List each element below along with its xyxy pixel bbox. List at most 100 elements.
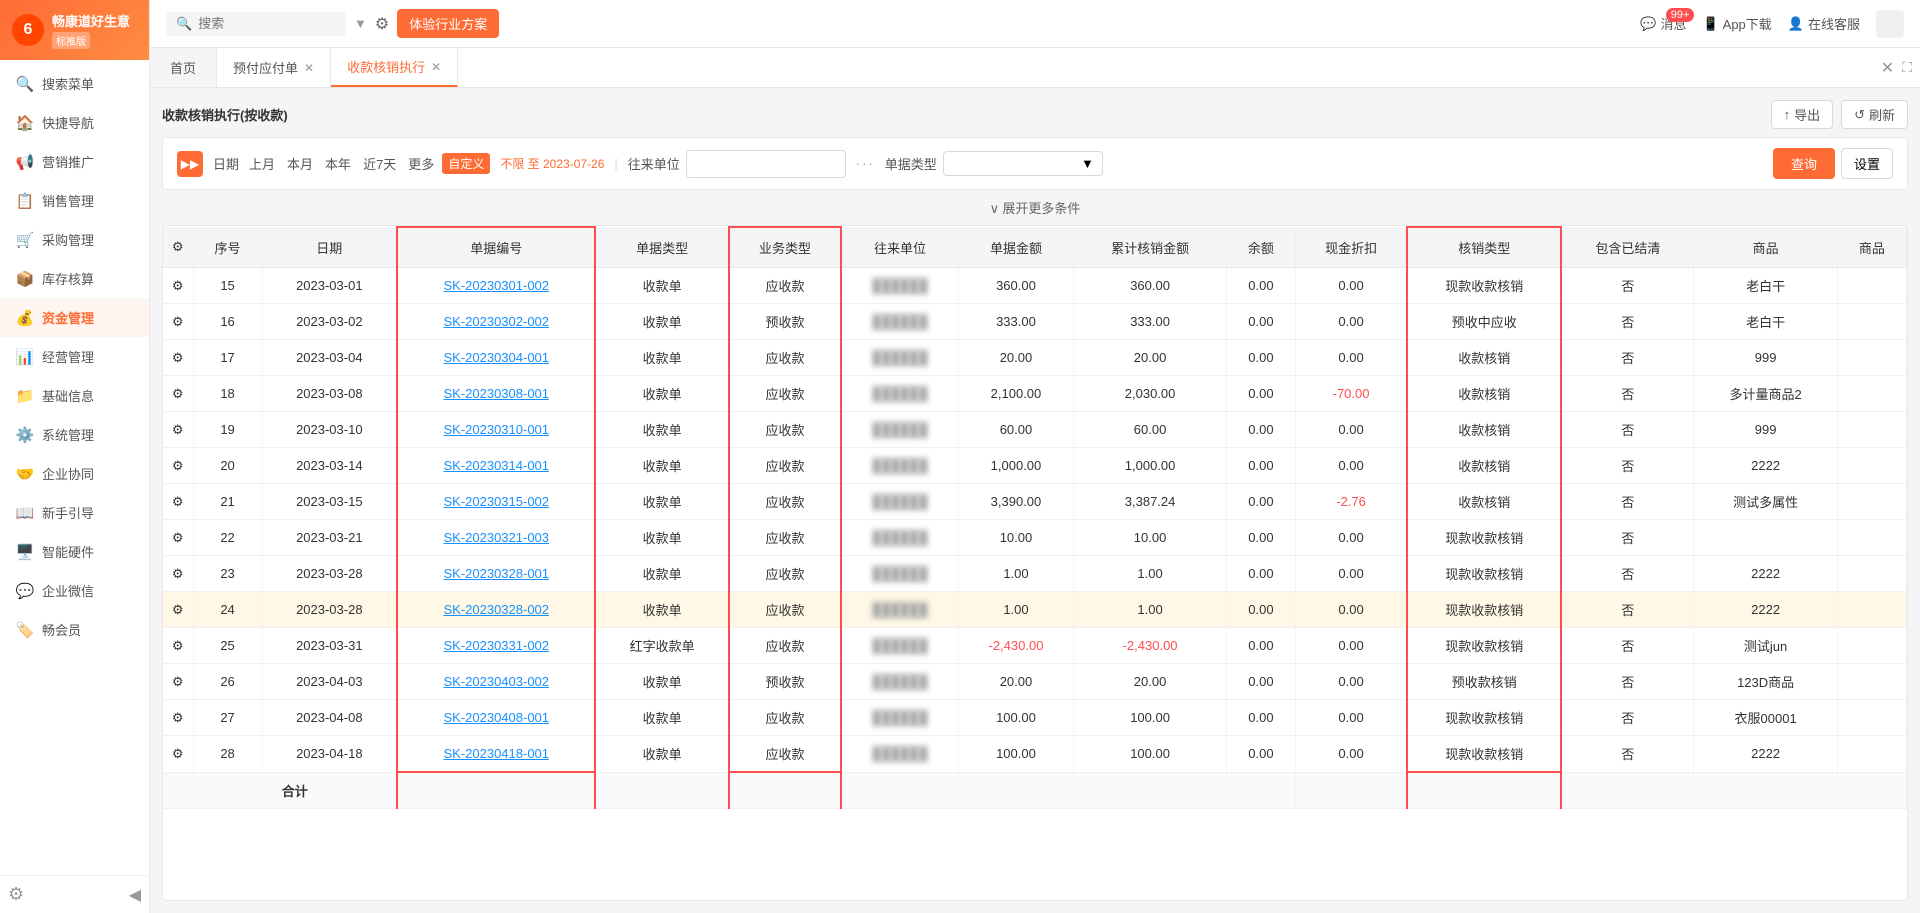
- topbar-search[interactable]: 🔍: [166, 12, 346, 36]
- query-btn[interactable]: 查询: [1773, 148, 1835, 179]
- bill-no-link[interactable]: SK-20230301-002: [443, 278, 549, 293]
- cell-cash-discount: 0.00: [1295, 448, 1407, 484]
- sidebar-item-guide[interactable]: 📖新手引导: [0, 493, 149, 532]
- bill-no-link[interactable]: SK-20230304-001: [443, 350, 549, 365]
- filter-settings-btn[interactable]: 设置: [1841, 148, 1893, 179]
- filter-date-7days[interactable]: 近7天: [359, 152, 400, 175]
- bill-no-link[interactable]: SK-20230321-003: [443, 530, 549, 545]
- sidebar-item-wechat[interactable]: 💬企业微信: [0, 571, 149, 610]
- table-row: ⚙ 16 2023-03-02 SK-20230302-002 收款单 预收款 …: [163, 304, 1907, 340]
- message-btn[interactable]: 💬 消息 99+: [1640, 14, 1686, 33]
- cell-goods2: [1837, 304, 1906, 340]
- bill-no-link[interactable]: SK-20230328-002: [443, 602, 549, 617]
- cell-goods2: [1837, 340, 1906, 376]
- tab-prepay-close[interactable]: ✕: [304, 61, 314, 75]
- filter-date-lastmonth[interactable]: 上月: [245, 152, 279, 175]
- cell-accum-cancel: 1.00: [1074, 592, 1227, 628]
- cell-balance: 0.00: [1226, 736, 1295, 773]
- filter-partner-input[interactable]: [686, 150, 846, 178]
- th-biz-type: 业务类型: [729, 227, 841, 268]
- cell-settings[interactable]: ⚙: [163, 700, 193, 736]
- sidebar-item-purchase[interactable]: 🛒采购管理: [0, 220, 149, 259]
- filter-expand-btn[interactable]: ▶▶: [177, 151, 203, 177]
- sidebar-item-marketing[interactable]: 📢营销推广: [0, 142, 149, 181]
- tabbar-expand-icon[interactable]: ⛶: [1902, 59, 1912, 76]
- cell-settings[interactable]: ⚙: [163, 448, 193, 484]
- sidebar-icon-marketing: 📢: [16, 153, 34, 171]
- app-download-btn[interactable]: 📱 App下载: [1702, 14, 1771, 33]
- filter-date-thismonth[interactable]: 本月: [283, 152, 317, 175]
- sidebar-item-hardware[interactable]: 🖥️智能硬件: [0, 532, 149, 571]
- cell-settings[interactable]: ⚙: [163, 556, 193, 592]
- cell-settings[interactable]: ⚙: [163, 736, 193, 773]
- bill-no-link[interactable]: SK-20230315-002: [443, 494, 549, 509]
- sidebar-menu: 🔍搜索菜单🏠快捷导航📢营销推广📋销售管理🛒采购管理📦库存核算💰资金管理📊经营管理…: [0, 60, 149, 875]
- sidebar-item-basic[interactable]: 📁基础信息: [0, 376, 149, 415]
- cell-settings[interactable]: ⚙: [163, 628, 193, 664]
- cell-bill-amount: 20.00: [958, 340, 1074, 376]
- sidebar-item-search[interactable]: 🔍搜索菜单: [0, 64, 149, 103]
- sidebar-collapse-icon[interactable]: ◀: [129, 885, 141, 905]
- sidebar-icon-system: ⚙️: [16, 426, 34, 444]
- tab-home[interactable]: 首页: [150, 48, 217, 87]
- bill-no-link[interactable]: SK-20230310-001: [443, 422, 549, 437]
- cell-settings[interactable]: ⚙: [163, 592, 193, 628]
- sidebar-item-operations[interactable]: 📊经营管理: [0, 337, 149, 376]
- filter-bar: ▶▶ 日期 上月 本月 本年 近7天 更多 自定义 不限 至 2023-07-2…: [162, 137, 1908, 190]
- bill-no-link[interactable]: SK-20230308-001: [443, 386, 549, 401]
- bill-no-link[interactable]: SK-20230302-002: [443, 314, 549, 329]
- export-btn[interactable]: ↑ 导出: [1771, 100, 1834, 129]
- cell-bill-type: 收款单: [595, 268, 728, 304]
- cell-settings[interactable]: ⚙: [163, 664, 193, 700]
- filter-date-more[interactable]: 更多: [404, 152, 438, 175]
- bill-no-link[interactable]: SK-20230331-002: [443, 638, 549, 653]
- tab-collection[interactable]: 收款核销执行 ✕: [331, 48, 458, 87]
- service-btn[interactable]: 👤 在线客服: [1788, 14, 1860, 33]
- bill-no-link[interactable]: SK-20230408-001: [443, 710, 549, 725]
- cell-date: 2023-03-28: [262, 592, 397, 628]
- dropdown-arrow[interactable]: ▼: [354, 16, 367, 31]
- cell-settings[interactable]: ⚙: [163, 340, 193, 376]
- cell-settings[interactable]: ⚙: [163, 376, 193, 412]
- sidebar-item-sales[interactable]: 📋销售管理: [0, 181, 149, 220]
- cell-settings[interactable]: ⚙: [163, 268, 193, 304]
- bill-no-link[interactable]: SK-20230328-001: [443, 566, 549, 581]
- cell-seq: 21: [193, 484, 262, 520]
- sidebar-item-inventory[interactable]: 📦库存核算: [0, 259, 149, 298]
- gear-icon[interactable]: ⚙: [375, 14, 389, 34]
- logo-icon: 6: [12, 14, 44, 46]
- bill-no-link[interactable]: SK-20230418-001: [443, 746, 549, 761]
- cell-settings[interactable]: ⚙: [163, 304, 193, 340]
- sidebar-item-system[interactable]: ⚙️系统管理: [0, 415, 149, 454]
- cell-bill-amount: 1.00: [958, 556, 1074, 592]
- cell-bill-amount: 333.00: [958, 304, 1074, 340]
- cell-seq: 28: [193, 736, 262, 773]
- th-settings[interactable]: ⚙: [163, 227, 193, 268]
- tab-prepay[interactable]: 预付应付单 ✕: [217, 48, 331, 87]
- expand-more-btn[interactable]: ∨ 展开更多条件: [990, 202, 1081, 216]
- filter-billtype-select[interactable]: ▼: [943, 151, 1103, 176]
- cell-settings[interactable]: ⚙: [163, 484, 193, 520]
- sidebar-label-search: 搜索菜单: [42, 74, 94, 93]
- th-bill-no: 单据编号: [397, 227, 595, 268]
- cell-settings[interactable]: ⚙: [163, 412, 193, 448]
- bill-no-link[interactable]: SK-20230314-001: [443, 458, 549, 473]
- cell-settings[interactable]: ⚙: [163, 520, 193, 556]
- filter-date-thisyear[interactable]: 本年: [321, 152, 355, 175]
- user-avatar[interactable]: [1876, 10, 1904, 38]
- bill-no-link[interactable]: SK-20230403-002: [443, 674, 549, 689]
- cell-bill-no: SK-20230302-002: [397, 304, 595, 340]
- industry-btn[interactable]: 体验行业方案: [397, 9, 499, 38]
- total-cash-discount: [1295, 772, 1407, 808]
- filter-date-custom[interactable]: 自定义: [442, 153, 490, 174]
- tab-collection-close[interactable]: ✕: [431, 60, 441, 74]
- tab-prepay-label: 预付应付单: [233, 58, 298, 77]
- sidebar-item-quicknav[interactable]: 🏠快捷导航: [0, 103, 149, 142]
- sidebar-item-funds[interactable]: 💰资金管理: [0, 298, 149, 337]
- refresh-btn[interactable]: ↺ 刷新: [1841, 100, 1908, 129]
- sidebar-settings-icon[interactable]: ⚙: [8, 884, 24, 905]
- search-input[interactable]: [198, 16, 318, 31]
- sidebar-item-collab[interactable]: 🤝企业协同: [0, 454, 149, 493]
- tabbar-close-icon[interactable]: ✕: [1881, 58, 1894, 78]
- sidebar-item-member[interactable]: 🏷️畅会员: [0, 610, 149, 649]
